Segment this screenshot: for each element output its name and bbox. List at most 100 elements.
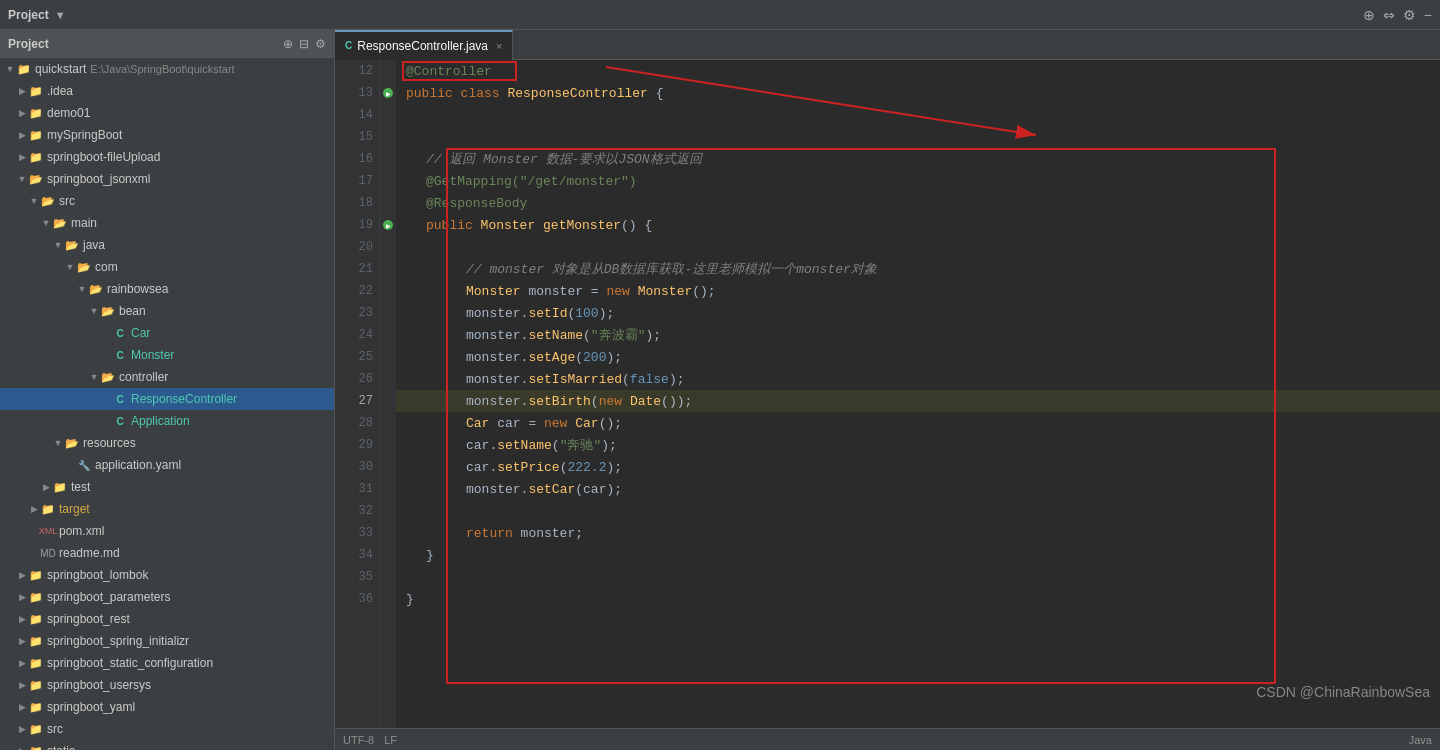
run-icon[interactable]: ▶	[383, 88, 393, 98]
string-car-name: "奔驰"	[560, 436, 602, 454]
tree-item[interactable]: ▶ 📁 target	[0, 498, 334, 520]
tree-item[interactable]: ▶ 📁 springboot_static_configuration	[0, 652, 334, 674]
plain-22b: ();	[692, 284, 715, 299]
gutter-cell-12	[380, 60, 396, 82]
gutter-cell-15	[380, 126, 396, 148]
tree-item[interactable]: MD readme.md	[0, 542, 334, 564]
tree-item[interactable]: C Application	[0, 410, 334, 432]
classname: ResponseController	[507, 86, 647, 101]
tree-item[interactable]: ▼ 📂 main	[0, 212, 334, 234]
tree-item[interactable]: ▶ 📁 src	[0, 718, 334, 740]
tree-item[interactable]: ▼ 📂 springboot_jsonxml	[0, 168, 334, 190]
code-line-27: monster.setBirth(new Date());	[396, 390, 1440, 412]
tree-item[interactable]: ▼ 📁 quickstart E:\Java\SpringBoot\quicks…	[0, 58, 334, 80]
gear-icon[interactable]: ⚙	[1403, 7, 1416, 23]
tree-label: test	[71, 480, 90, 494]
gutter-cell-32	[380, 500, 396, 522]
run-icon-19[interactable]: ▶	[383, 220, 393, 230]
kw-public: public	[406, 86, 461, 101]
tree-item[interactable]: ▶ 📁 demo01	[0, 102, 334, 124]
arrow: ▶	[16, 85, 28, 97]
tree-label: src	[47, 722, 63, 736]
tree-label: rainbowsea	[107, 282, 168, 296]
line-num-25: 25	[335, 346, 379, 368]
tree-item[interactable]: ▼ 📂 rainbowsea	[0, 278, 334, 300]
tree-item[interactable]: ▶ 📁 springboot-fileUpload	[0, 146, 334, 168]
arrow: ▶	[40, 481, 52, 493]
folder-icon: 📂	[100, 369, 116, 385]
folder-icon: 📁	[28, 149, 44, 165]
sidebar-add-icon[interactable]: ⊕	[283, 37, 293, 51]
kw-new-28: new	[544, 416, 575, 431]
arrow: ▼	[16, 173, 28, 185]
tree-item[interactable]: 🔧 application.yaml	[0, 454, 334, 476]
tree-item[interactable]: ▼ 📂 com	[0, 256, 334, 278]
tree-item[interactable]: ▶ 📁 test	[0, 476, 334, 498]
method-setprice: setPrice	[497, 460, 559, 475]
tree-item[interactable]: ▶ 📁 .idea	[0, 80, 334, 102]
split-icon[interactable]: ⇔	[1383, 7, 1395, 23]
add-icon[interactable]: ⊕	[1363, 7, 1375, 23]
line-num-35: 35	[335, 566, 379, 588]
arrow: ▶	[16, 679, 28, 691]
arrow: ▶	[16, 569, 28, 581]
tree-item[interactable]: ▶ 📁 springboot_rest	[0, 608, 334, 630]
tree-item[interactable]: ▶ 📁 springboot_yaml	[0, 696, 334, 718]
plain-28b: ();	[599, 416, 622, 431]
tree-item[interactable]: C Car	[0, 322, 334, 344]
tree-item[interactable]: ▶ 📁 springboot_usersys	[0, 674, 334, 696]
minimize-icon[interactable]: −	[1424, 7, 1432, 23]
code-content[interactable]: @Controller	[396, 60, 1440, 728]
tree-item[interactable]: ▼ 📂 bean	[0, 300, 334, 322]
tab-close-button[interactable]: ×	[496, 40, 502, 52]
tree-item[interactable]: ▶ 📁 springboot_spring_initializr	[0, 630, 334, 652]
tree-item[interactable]: ▼ 📂 src	[0, 190, 334, 212]
tree-item[interactable]: ▶ 📁 springboot_parameters	[0, 586, 334, 608]
tree-item[interactable]: ▼ 📂 resources	[0, 432, 334, 454]
dropdown-icon[interactable]: ▼	[55, 9, 66, 21]
tree-label: main	[71, 216, 97, 230]
tree-label: ResponseController	[131, 392, 237, 406]
code-line-30: car.setPrice(222.2);	[396, 456, 1440, 478]
code-line-15	[396, 126, 1440, 148]
code-line-35	[396, 566, 1440, 588]
tree-item[interactable]: ▶ 📁 static	[0, 740, 334, 750]
line-numbers: 12 13 14 15 16 17 18 19 20 21 22 23 24 2…	[335, 60, 380, 728]
line-num-27: 27	[335, 390, 379, 412]
tree-item[interactable]: ▼ 📂 java	[0, 234, 334, 256]
tree-item[interactable]: XML pom.xml	[0, 520, 334, 542]
method-setid: setId	[528, 306, 567, 321]
tree-item[interactable]: ▶ 📁 springboot_lombok	[0, 564, 334, 586]
tree-label: src	[59, 194, 75, 208]
tree-item[interactable]: ▶ 📁 mySpringBoot	[0, 124, 334, 146]
line-num-20: 20	[335, 236, 379, 258]
method-setismarried: setIsMarried	[528, 372, 622, 387]
tree-item[interactable]: C Monster	[0, 344, 334, 366]
sidebar-gear-icon[interactable]: ⚙	[315, 37, 326, 51]
tree-label: springboot_static_configuration	[47, 656, 213, 670]
comment-21: // monster 对象是从DB数据库获取-这里老师模拟一个monster对象	[466, 260, 877, 278]
folder-yellow-icon: 📁	[40, 501, 56, 517]
tree-item[interactable]: ▼ 📂 controller	[0, 366, 334, 388]
plain-22: monster =	[521, 284, 607, 299]
plain-23c: );	[599, 306, 615, 321]
annotation-getmapping: @GetMapping(	[426, 174, 520, 189]
arrow	[64, 459, 76, 471]
method-setname-car: setName	[497, 438, 552, 453]
tree-item[interactable]: C ResponseController	[0, 388, 334, 410]
folder-icon: 📂	[40, 193, 56, 209]
tree-label: springboot_jsonxml	[47, 172, 150, 186]
code-line-13: public class ResponseController {	[396, 82, 1440, 104]
code-line-12: @Controller	[396, 60, 1440, 82]
toolbar-icons: ⊕ ⇔ ⚙ −	[1363, 7, 1432, 23]
arrow	[28, 547, 40, 559]
editor-tab[interactable]: C ResponseController.java ×	[335, 30, 513, 60]
line-num-17: 17	[335, 170, 379, 192]
line-num-23: 23	[335, 302, 379, 324]
sidebar-collapse-icon[interactable]: ⊟	[299, 37, 309, 51]
arrow: ▶	[16, 591, 28, 603]
tree-label: Monster	[131, 348, 174, 362]
kw-return: return	[466, 526, 521, 541]
gutter-cell-26	[380, 368, 396, 390]
gutter-cell-31	[380, 478, 396, 500]
